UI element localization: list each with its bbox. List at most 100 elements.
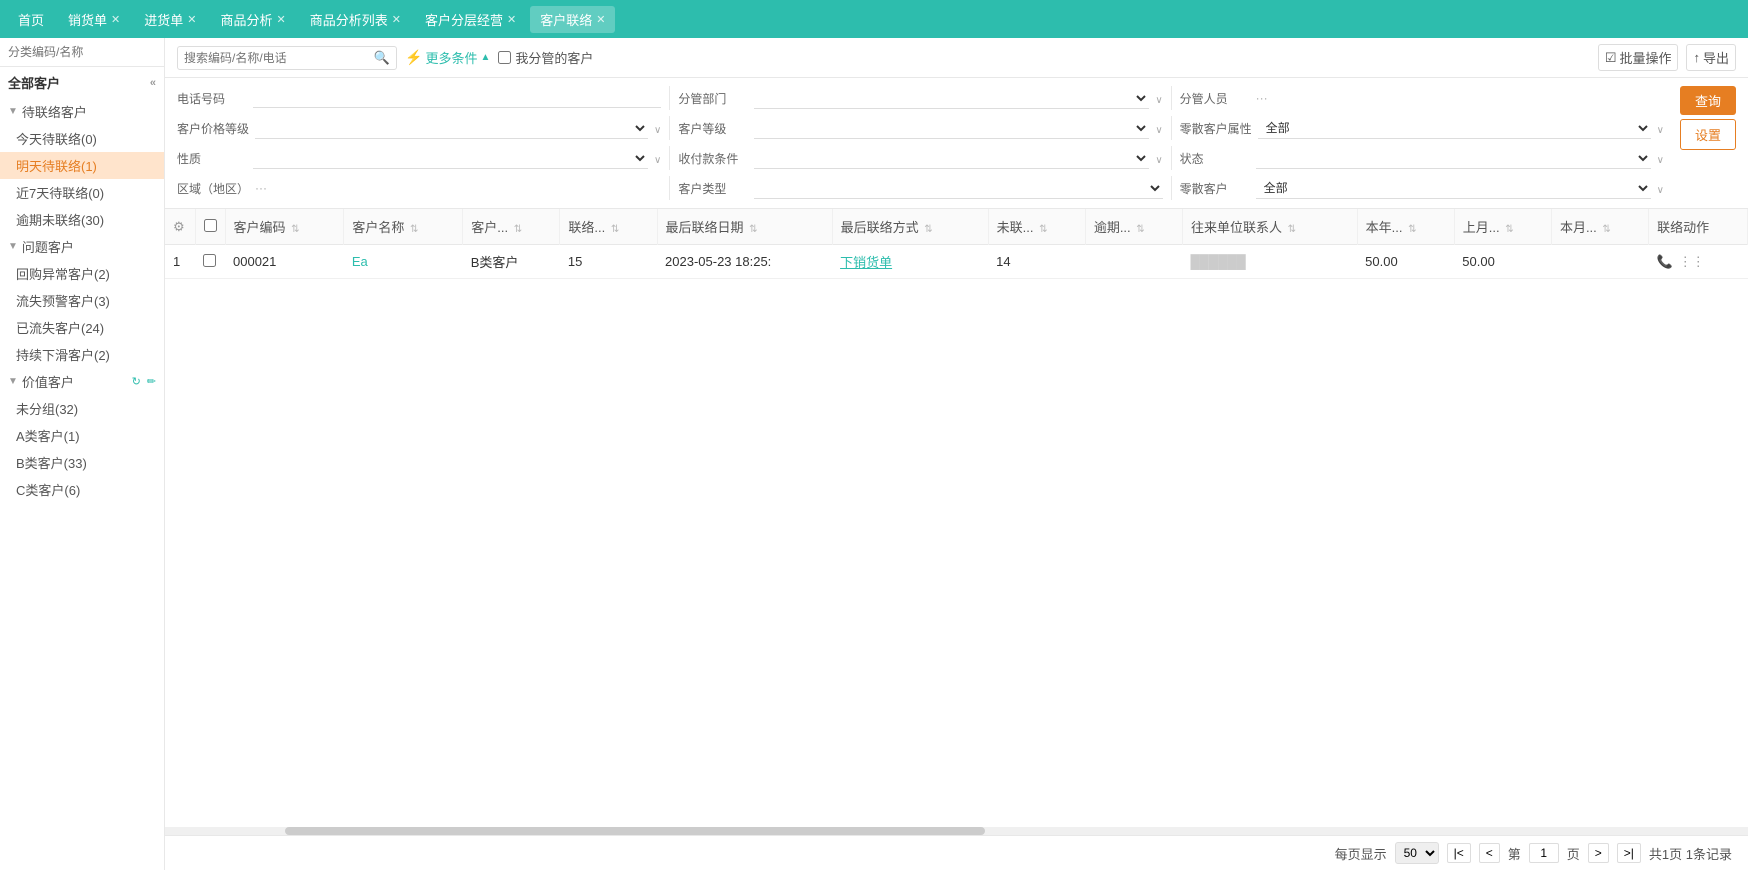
row-checkbox[interactable]: [203, 254, 216, 267]
filter-row-4: 区域（地区） ··· 客户类型 零散客户 全部: [177, 176, 1664, 200]
filter-input-phone[interactable]: [253, 89, 661, 108]
filter-label-region: 区域（地区）: [177, 180, 249, 197]
last-page-btn[interactable]: >|: [1617, 843, 1641, 863]
nav-purchase-order[interactable]: 进货单 ✕: [134, 6, 206, 33]
nav-product-analysis[interactable]: 商品分析 ✕: [210, 6, 295, 33]
settings-icon[interactable]: ⚙: [173, 219, 185, 234]
cell-contact-count: 15: [560, 245, 657, 279]
sort-icon-year: ⇅: [1408, 224, 1416, 235]
sort-icon-method: ⇅: [924, 224, 932, 235]
sidebar-item-class-b[interactable]: B类客户(33): [0, 449, 164, 476]
sidebar-item-churn-warning[interactable]: 流失预警客户(3): [0, 287, 164, 314]
sidebar-item-7days-contact[interactable]: 近7天待联络(0): [0, 179, 164, 206]
filter-select-status[interactable]: [1256, 148, 1651, 169]
export-btn[interactable]: ↑ 导出: [1686, 44, 1736, 71]
cell-index: 1: [165, 245, 195, 279]
sort-icon-code: ⇅: [291, 224, 299, 235]
sidebar-item-class-a[interactable]: A类客户(1): [0, 422, 164, 449]
nav-close-purchase-order[interactable]: ✕: [187, 13, 196, 26]
query-button[interactable]: 查询: [1680, 86, 1736, 115]
sidebar-item-tomorrow-contact[interactable]: 明天待联络(1): [0, 152, 164, 179]
main-search-icon[interactable]: 🔍: [374, 50, 390, 66]
nav-home[interactable]: 首页: [8, 6, 54, 33]
sidebar-item-ungrouped[interactable]: 未分组(32): [0, 395, 164, 422]
filter-select-retail-customer[interactable]: 全部: [1256, 178, 1651, 199]
region-select-btn[interactable]: ···: [255, 181, 267, 195]
content-area: 🔍 ⚡ 更多条件 ▲ 我分管的客户 ☑ 批量操作 ↑ 导出: [165, 38, 1748, 870]
more-conditions-btn[interactable]: ⚡ 更多条件 ▲: [405, 48, 490, 67]
person-select-btn[interactable]: ···: [1256, 91, 1268, 105]
main-search-input[interactable]: [184, 51, 370, 65]
group-value-customers[interactable]: ▼ 价值客户 ↻ ✏: [0, 368, 164, 395]
nav-close-product-analysis-list[interactable]: ✕: [392, 13, 401, 26]
sidebar-item-overdue-contact[interactable]: 逾期未联络(30): [0, 206, 164, 233]
prev-page-btn[interactable]: <: [1479, 843, 1500, 863]
sidebar-search-input[interactable]: [8, 45, 163, 59]
th-customer-code[interactable]: 客户编码 ⇅: [225, 209, 344, 245]
group-arrow-pending: ▼: [8, 106, 18, 117]
group-problem-customers[interactable]: ▼ 问题客户: [0, 233, 164, 260]
batch-operation-btn[interactable]: ☑ 批量操作: [1598, 44, 1679, 71]
th-unit-contact[interactable]: 往来单位联系人 ⇅: [1182, 209, 1357, 245]
sort-icon-no-contact: ⇅: [1039, 224, 1047, 235]
sidebar-item-declining[interactable]: 持续下滑客户(2): [0, 341, 164, 368]
nav-close-sales-order[interactable]: ✕: [111, 13, 120, 26]
th-overdue[interactable]: 逾期... ⇅: [1085, 209, 1182, 245]
th-customer-type[interactable]: 客户... ⇅: [463, 209, 560, 245]
filter-select-price-level[interactable]: [255, 118, 648, 139]
value-customers-add-icon[interactable]: ✏: [147, 375, 156, 388]
th-contact-count[interactable]: 联络... ⇅: [560, 209, 657, 245]
cell-contact-action[interactable]: 📞 ⋮⋮: [1649, 245, 1748, 279]
page-number-input[interactable]: [1529, 843, 1559, 863]
nav-close-customer-contact[interactable]: ✕: [596, 13, 605, 26]
filter-select-nature[interactable]: [253, 148, 648, 169]
filter-field-retail-customer: 零散客户 全部: [1180, 178, 1664, 199]
sidebar-item-class-c[interactable]: C类客户(6): [0, 476, 164, 503]
export-icon: ↑: [1693, 50, 1700, 65]
scrollbar-thumb[interactable]: [285, 827, 985, 835]
set-button[interactable]: 设置: [1680, 119, 1736, 150]
select-all-checkbox[interactable]: [204, 219, 217, 232]
all-customers-title[interactable]: 全部客户 «: [0, 67, 164, 98]
sidebar-item-today-contact[interactable]: 今天待联络(0): [0, 125, 164, 152]
th-no-contact-days[interactable]: 未联... ⇅: [988, 209, 1085, 245]
contact-more-icon[interactable]: ⋮⋮: [1679, 254, 1705, 270]
cell-name[interactable]: Ea: [344, 245, 463, 279]
filter-select-payment[interactable]: [754, 148, 1149, 169]
filter-field-nature: 性质: [177, 148, 661, 169]
th-last-month[interactable]: 上月... ⇅: [1454, 209, 1551, 245]
filter-field-phone: 电话号码: [177, 89, 661, 108]
nav-sales-order[interactable]: 销货单 ✕: [58, 6, 130, 33]
nav-close-customer-tier[interactable]: ✕: [507, 13, 516, 26]
cell-checkbox[interactable]: [195, 245, 225, 279]
chevron-down-nature: [654, 151, 661, 166]
filter-select-customer-level[interactable]: [754, 118, 1149, 139]
first-page-btn[interactable]: |<: [1447, 843, 1471, 863]
horizontal-scrollbar[interactable]: [165, 827, 1748, 835]
filter-select-dept[interactable]: [754, 88, 1149, 109]
nav-product-analysis-list[interactable]: 商品分析列表 ✕: [300, 6, 411, 33]
filter-select-customer-type[interactable]: [754, 178, 1162, 199]
nav-customer-contact[interactable]: 客户联络 ✕: [530, 6, 615, 33]
table-body: 1 000021 Ea B类客户 15 2023-05-23 18:25: 下销…: [165, 245, 1748, 279]
nav-close-product-analysis[interactable]: ✕: [277, 13, 286, 26]
th-this-year[interactable]: 本年... ⇅: [1357, 209, 1454, 245]
nav-customer-tier[interactable]: 客户分层经营 ✕: [415, 6, 526, 33]
th-customer-name[interactable]: 客户名称 ⇅: [344, 209, 463, 245]
sidebar-item-churned[interactable]: 已流失客户(24): [0, 314, 164, 341]
th-last-contact-method[interactable]: 最后联络方式 ⇅: [832, 209, 988, 245]
per-page-select[interactable]: 50: [1395, 842, 1439, 864]
my-customers-checkbox-label[interactable]: 我分管的客户: [498, 48, 593, 67]
contact-method-link[interactable]: 下销货单: [840, 255, 892, 270]
th-this-month[interactable]: 本月... ⇅: [1551, 209, 1648, 245]
th-checkbox: [195, 209, 225, 245]
th-last-contact-date[interactable]: 最后联络日期 ⇅: [657, 209, 832, 245]
group-pending-contact[interactable]: ▼ 待联络客户: [0, 98, 164, 125]
sidebar-item-repurchase-abnormal[interactable]: 回购异常客户(2): [0, 260, 164, 287]
next-page-btn[interactable]: >: [1588, 843, 1609, 863]
my-customers-checkbox[interactable]: [498, 51, 511, 64]
cell-last-contact-method[interactable]: 下销货单: [832, 245, 988, 279]
value-customers-edit-icon[interactable]: ↻: [132, 375, 141, 388]
contact-phone-icon[interactable]: 📞: [1657, 254, 1673, 270]
filter-select-retail-attr[interactable]: 全部: [1258, 118, 1651, 139]
